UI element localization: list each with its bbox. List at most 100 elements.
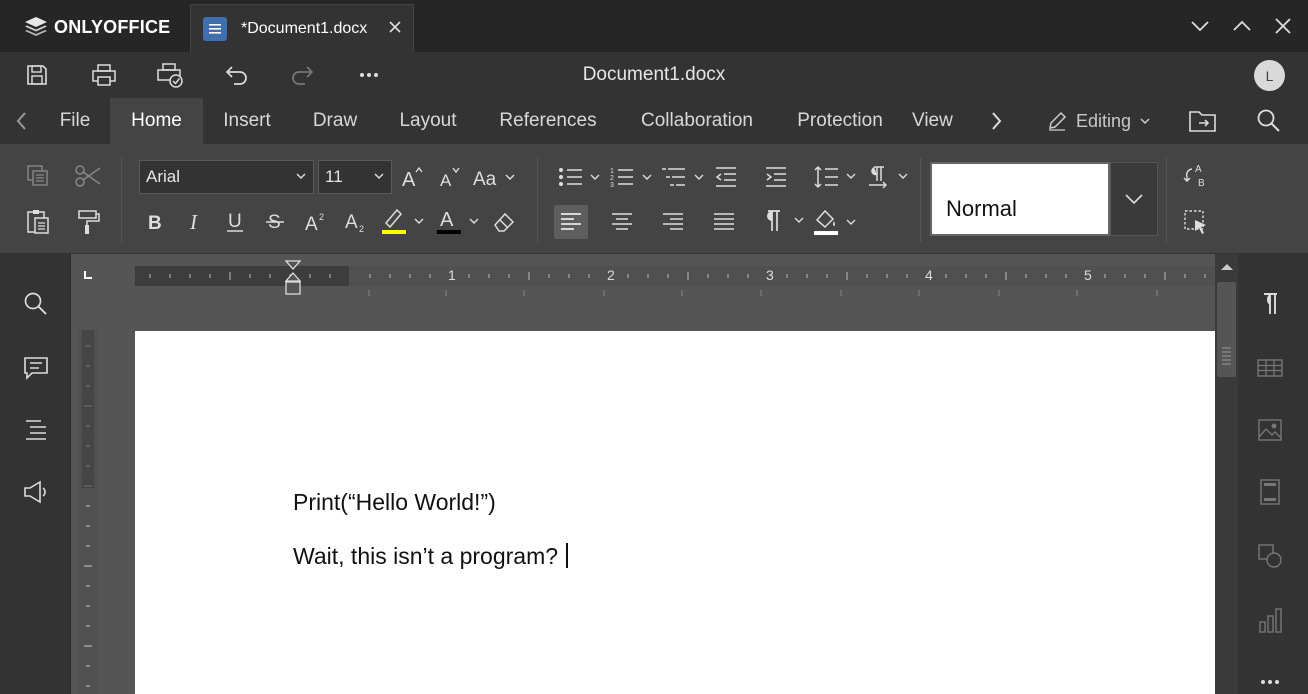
- save-icon[interactable]: [23, 61, 51, 89]
- logo-icon: [24, 16, 48, 38]
- text-cursor: [566, 543, 569, 568]
- strikethrough-icon[interactable]: S: [259, 206, 291, 238]
- copy-icon[interactable]: [22, 160, 54, 192]
- ruler-label: 5: [1084, 267, 1092, 283]
- multilevel-list-icon[interactable]: [660, 161, 706, 193]
- indent-marker-icon[interactable]: [284, 260, 302, 296]
- tab-stop-selector-icon[interactable]: [83, 270, 93, 280]
- svg-text:A: A: [402, 169, 416, 189]
- navigation-icon[interactable]: [20, 414, 52, 446]
- more-settings-icon[interactable]: [1254, 666, 1286, 694]
- paragraph-style-normal[interactable]: Normal: [930, 162, 1110, 236]
- ruler-label: 1: [448, 267, 456, 283]
- svg-text:A: A: [440, 209, 454, 231]
- subscript-icon[interactable]: A2: [339, 206, 371, 238]
- font-size-select[interactable]: 11: [318, 160, 392, 194]
- search-icon[interactable]: [1256, 108, 1282, 134]
- increase-font-size-icon[interactable]: A: [396, 161, 428, 193]
- quick-print-icon[interactable]: [156, 61, 184, 89]
- editing-mode-label: Editing: [1076, 110, 1132, 131]
- feedback-icon[interactable]: [20, 476, 52, 508]
- superscript-icon[interactable]: A2: [299, 206, 331, 238]
- change-case-icon[interactable]: Aa: [472, 161, 518, 193]
- tab-references[interactable]: References: [482, 98, 614, 144]
- paste-icon[interactable]: [22, 206, 54, 238]
- align-center-icon[interactable]: [606, 206, 638, 238]
- open-file-location-icon[interactable]: [1188, 108, 1218, 134]
- comments-icon[interactable]: [20, 352, 52, 384]
- select-all-icon[interactable]: [1180, 206, 1212, 238]
- svg-text:A: A: [1195, 164, 1202, 175]
- header-footer-settings-icon[interactable]: [1254, 476, 1286, 508]
- image-settings-icon[interactable]: [1254, 414, 1286, 446]
- bullets-list-icon[interactable]: [556, 161, 602, 193]
- scroll-tabs-right-icon[interactable]: [986, 110, 1006, 132]
- increase-indent-icon[interactable]: [760, 161, 792, 193]
- tab-draw[interactable]: Draw: [296, 98, 374, 144]
- replace-icon[interactable]: AB: [1180, 160, 1212, 192]
- chevron-down-icon: [295, 172, 307, 180]
- nonprinting-characters-icon[interactable]: [760, 205, 806, 237]
- highlight-color-button[interactable]: [379, 204, 427, 236]
- ruler-grid-marks: [368, 290, 1158, 296]
- paragraph[interactable]: Wait, this isn’t a program?: [293, 543, 569, 570]
- svg-text:B: B: [1198, 178, 1205, 189]
- vertical-scrollbar[interactable]: [1215, 254, 1238, 694]
- bold-icon[interactable]: B: [139, 206, 171, 238]
- italic-icon[interactable]: I: [179, 206, 211, 238]
- scroll-up-icon[interactable]: [1220, 262, 1234, 272]
- quick-access-toolbar: Document1.docx L: [0, 52, 1308, 98]
- app-logo: ONLYOFFICE: [24, 15, 170, 39]
- document-page[interactable]: Print(“Hello World!”) Wait, this isn’t a…: [135, 331, 1215, 694]
- close-tab-icon[interactable]: [387, 19, 403, 35]
- paragraph[interactable]: Print(“Hello World!”): [293, 489, 496, 516]
- cut-icon[interactable]: [72, 160, 104, 192]
- print-icon[interactable]: [90, 61, 118, 89]
- scroll-tabs-left-icon[interactable]: [12, 110, 32, 132]
- close-window-icon[interactable]: [1271, 14, 1295, 38]
- paragraph-settings-icon[interactable]: [1254, 288, 1286, 320]
- shape-settings-icon[interactable]: [1254, 540, 1286, 572]
- paragraph-shading-icon[interactable]: [812, 205, 858, 237]
- scroll-thumb[interactable]: [1217, 282, 1236, 377]
- document-tab-title: *Document1.docx: [241, 19, 368, 37]
- align-right-icon[interactable]: [657, 206, 689, 238]
- tab-view[interactable]: View: [912, 98, 978, 144]
- user-avatar[interactable]: L: [1254, 60, 1285, 91]
- tab-file[interactable]: File: [44, 98, 106, 144]
- align-left-icon[interactable]: [554, 205, 588, 239]
- styles-gallery-dropdown[interactable]: [1110, 162, 1158, 236]
- find-icon[interactable]: [20, 288, 52, 320]
- justify-icon[interactable]: [708, 206, 740, 238]
- line-spacing-icon[interactable]: [812, 161, 858, 193]
- more-icon[interactable]: [355, 61, 383, 89]
- chart-settings-icon[interactable]: [1254, 604, 1286, 636]
- paragraph-direction-icon[interactable]: [864, 161, 910, 193]
- tab-protection[interactable]: Protection: [780, 98, 900, 144]
- tab-insert[interactable]: Insert: [207, 98, 287, 144]
- editing-mode-menu[interactable]: Editing: [1046, 98, 1151, 144]
- tab-collaboration[interactable]: Collaboration: [622, 98, 772, 144]
- vertical-ruler[interactable]: [79, 330, 97, 694]
- format-painter-icon[interactable]: [72, 206, 104, 238]
- undo-icon[interactable]: [223, 61, 251, 89]
- redo-icon[interactable]: [288, 61, 316, 89]
- underline-icon[interactable]: U: [219, 206, 251, 238]
- numbered-list-icon[interactable]: 123: [608, 161, 654, 193]
- svg-text:U: U: [228, 211, 242, 232]
- font-family-select[interactable]: Arial: [139, 160, 314, 194]
- svg-text:2: 2: [359, 224, 364, 234]
- clear-formatting-icon[interactable]: [488, 206, 520, 238]
- table-settings-icon[interactable]: [1254, 352, 1286, 384]
- tab-home[interactable]: Home: [110, 98, 203, 144]
- chevron-down-icon: [1124, 193, 1144, 205]
- minimize-icon[interactable]: [1188, 14, 1212, 38]
- document-workspace: 1 2 3 4 5 Print(“Hello World!”) Wait, th…: [71, 254, 1215, 694]
- maximize-icon[interactable]: [1230, 14, 1254, 38]
- decrease-indent-icon[interactable]: [710, 161, 742, 193]
- document-tab[interactable]: *Document1.docx: [190, 4, 414, 52]
- font-family-value: Arial: [146, 167, 181, 186]
- font-color-button[interactable]: A: [434, 204, 482, 236]
- decrease-font-size-icon[interactable]: A: [434, 161, 466, 193]
- tab-layout[interactable]: Layout: [382, 98, 474, 144]
